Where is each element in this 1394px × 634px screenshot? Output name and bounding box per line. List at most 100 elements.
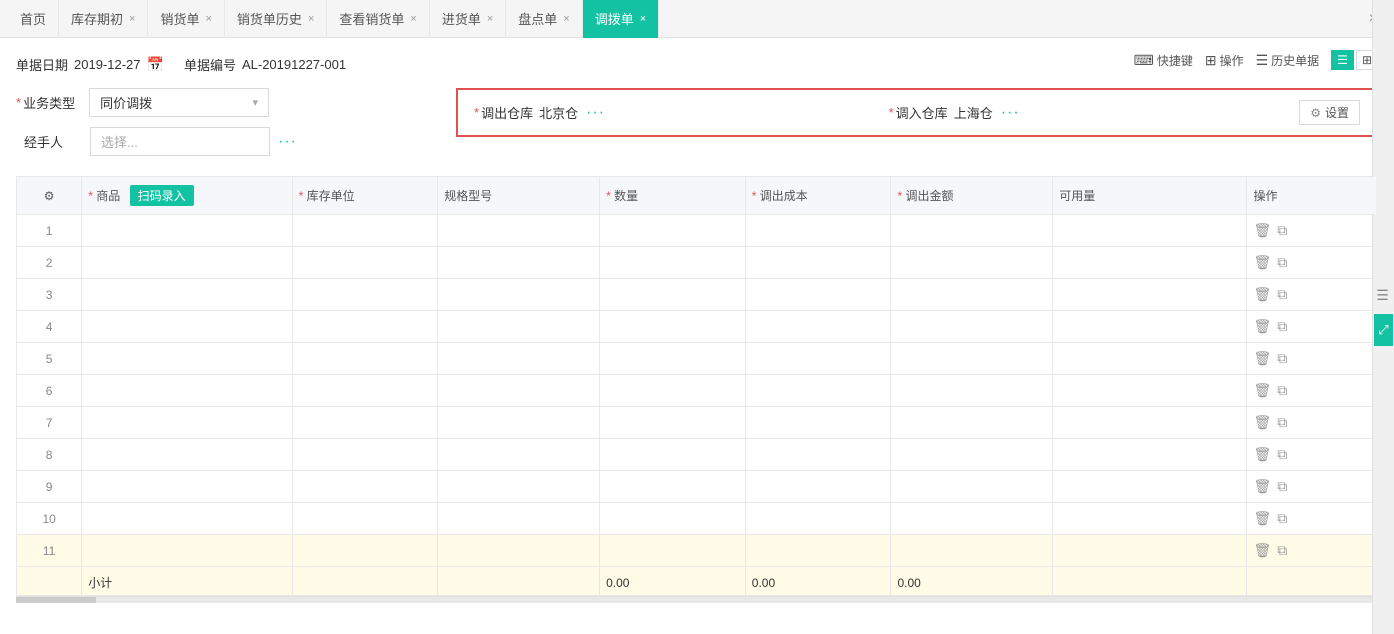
grid-icon: ⊞	[1205, 52, 1217, 69]
transfer-in-more-button[interactable]: ···	[1001, 104, 1020, 122]
handler-select[interactable]: 选择...	[90, 127, 270, 156]
transfer-in-required: *	[889, 105, 894, 120]
table-row: 10 🗑 ⧉	[17, 503, 1377, 535]
list-view-button[interactable]: ☰	[1331, 50, 1354, 70]
sidebar-expand-icon[interactable]: ⤢	[1374, 314, 1392, 346]
tab-home[interactable]: 首页	[8, 0, 59, 38]
settings-button[interactable]: ⚙ 设置	[1299, 100, 1360, 125]
subtotal-amount: 0.00	[891, 567, 1053, 597]
data-table: ⚙ * 商品 扫码录入 * 库存单位 规格型号 * 数量	[17, 177, 1377, 596]
table-row: 4 🗑 ⧉	[17, 311, 1377, 343]
close-tab-inventory-init[interactable]: ×	[129, 13, 135, 25]
subtotal-qty: 0.00	[600, 567, 746, 597]
tab-sales-order[interactable]: 销货单 ×	[148, 0, 224, 38]
tab-inventory-init[interactable]: 库存期初 ×	[59, 0, 148, 38]
doc-no-value: AL-20191227-001	[242, 57, 346, 72]
tab-inventory-count[interactable]: 盘点单 ×	[506, 0, 582, 38]
business-type-select[interactable]: 同价调拨 ▾	[89, 88, 269, 117]
doc-no-label: 单据编号	[184, 55, 236, 74]
close-tab-view-sales[interactable]: ×	[410, 13, 416, 25]
copy-icon[interactable]: ⧉	[1277, 478, 1287, 495]
scrollbar-area	[16, 596, 1378, 602]
date-field: 单据日期 2019-12-27 📅	[16, 55, 164, 74]
table-product-header: * 商品 扫码录入	[82, 177, 292, 215]
data-table-wrapper: ⚙ * 商品 扫码录入 * 库存单位 规格型号 * 数量	[16, 176, 1378, 596]
handler-row: 经手人 选择... ···	[16, 127, 446, 156]
handler-label: 经手人	[24, 132, 84, 151]
delete-icon[interactable]: 🗑	[1253, 350, 1271, 367]
table-action-header: 操作	[1247, 177, 1377, 215]
delete-icon[interactable]: 🗑	[1253, 382, 1271, 399]
transfer-out-more-button[interactable]: ···	[586, 104, 605, 122]
calendar-icon[interactable]: 📅	[147, 56, 164, 73]
operation-button[interactable]: ⊞ 操作	[1205, 52, 1244, 69]
table-row: 1 🗑 ⧉	[17, 215, 1377, 247]
delete-icon[interactable]: 🗑	[1253, 286, 1271, 303]
main-content: 单据日期 2019-12-27 📅 单据编号 AL-20191227-001 ⌨…	[0, 38, 1394, 614]
copy-icon[interactable]: ⧉	[1277, 286, 1287, 303]
transfer-out-required: *	[474, 105, 479, 120]
scrollbar-track	[16, 597, 1378, 603]
delete-icon[interactable]: 🗑	[1253, 254, 1271, 271]
right-sidebar: ☰ ⤢	[1372, 0, 1394, 634]
delete-icon[interactable]: 🗑	[1253, 510, 1271, 527]
table-qty-header: * 数量	[600, 177, 746, 215]
table-row: 6 🗑 ⧉	[17, 375, 1377, 407]
tabs-bar: 首页 库存期初 × 销货单 × 销货单历史 × 查看销货单 × 进货单 × 盘点…	[0, 0, 1394, 38]
history-button[interactable]: ☰ 历史单据	[1256, 52, 1320, 69]
table-cost-header: * 调出成本	[745, 177, 891, 215]
table-available-header: 可用量	[1053, 177, 1247, 215]
subtotal-row: 小计 0.00 0.00 0.00	[17, 567, 1377, 597]
table-amount-header: * 调出金额	[891, 177, 1053, 215]
handler-more-button[interactable]: ···	[278, 133, 297, 151]
copy-icon[interactable]: ⧉	[1277, 446, 1287, 463]
copy-icon[interactable]: ⧉	[1277, 542, 1287, 559]
table-settings-header[interactable]: ⚙	[17, 177, 82, 215]
table-row: 2 🗑 ⧉	[17, 247, 1377, 279]
tab-transfer-order[interactable]: 调拨单 ×	[583, 0, 659, 38]
scan-button[interactable]: 扫码录入	[130, 185, 194, 206]
delete-icon[interactable]: 🗑	[1253, 478, 1271, 495]
keyboard-icon: ⌨	[1134, 52, 1154, 69]
sidebar-list-icon[interactable]: ☰	[1376, 288, 1392, 304]
tab-sales-history[interactable]: 销货单历史 ×	[225, 0, 327, 38]
copy-icon[interactable]: ⧉	[1277, 254, 1287, 271]
left-form-panel: * 业务类型 同价调拨 ▾ 经手人 选择... ···	[16, 88, 446, 166]
shortcut-button[interactable]: ⌨ 快捷键	[1134, 52, 1193, 69]
table-unit-header: * 库存单位	[292, 177, 438, 215]
copy-icon[interactable]: ⧉	[1277, 350, 1287, 367]
delete-icon[interactable]: 🗑	[1253, 318, 1271, 335]
date-label: 单据日期	[16, 55, 68, 74]
copy-icon[interactable]: ⧉	[1277, 318, 1287, 335]
transfer-in-field: * 调入仓库 上海仓 ···	[889, 103, 1284, 122]
subtotal-label: 小计	[82, 567, 292, 597]
delete-icon[interactable]: 🗑	[1253, 414, 1271, 431]
date-value: 2019-12-27	[74, 57, 141, 72]
copy-icon[interactable]: ⧉	[1277, 382, 1287, 399]
tab-purchase-order[interactable]: 进货单 ×	[430, 0, 506, 38]
delete-icon[interactable]: 🗑	[1253, 222, 1271, 239]
view-switcher: ☰ ⊞	[1331, 50, 1378, 70]
table-row: 5 🗑 ⧉	[17, 343, 1377, 375]
delete-icon[interactable]: 🗑	[1253, 542, 1271, 559]
doc-no-field: 单据编号 AL-20191227-001	[184, 55, 346, 74]
business-type-row: * 业务类型 同价调拨 ▾	[16, 88, 446, 117]
close-tab-sales-order[interactable]: ×	[205, 13, 211, 25]
copy-icon[interactable]: ⧉	[1277, 414, 1287, 431]
warehouse-panel: * 调出仓库 北京仓 ··· * 调入仓库 上海仓 ··· ⚙ 设置	[456, 88, 1378, 137]
business-type-label: 业务类型	[23, 93, 83, 112]
tab-view-sales[interactable]: 查看销货单 ×	[327, 0, 429, 38]
delete-icon[interactable]: 🗑	[1253, 446, 1271, 463]
table-row: 11 🗑 ⧉	[17, 535, 1377, 567]
transfer-out-value: 北京仓	[539, 103, 578, 122]
close-tab-purchase-order[interactable]: ×	[487, 13, 493, 25]
table-header-row: ⚙ * 商品 扫码录入 * 库存单位 规格型号 * 数量	[17, 177, 1377, 215]
close-tab-transfer-order[interactable]: ×	[640, 13, 646, 25]
copy-icon[interactable]: ⧉	[1277, 222, 1287, 239]
table-row: 3 🗑 ⧉	[17, 279, 1377, 311]
chevron-down-icon: ▾	[253, 96, 259, 109]
close-tab-inventory-count[interactable]: ×	[563, 13, 569, 25]
scrollbar-thumb[interactable]	[16, 597, 96, 603]
copy-icon[interactable]: ⧉	[1277, 510, 1287, 527]
close-tab-sales-history[interactable]: ×	[308, 13, 314, 25]
